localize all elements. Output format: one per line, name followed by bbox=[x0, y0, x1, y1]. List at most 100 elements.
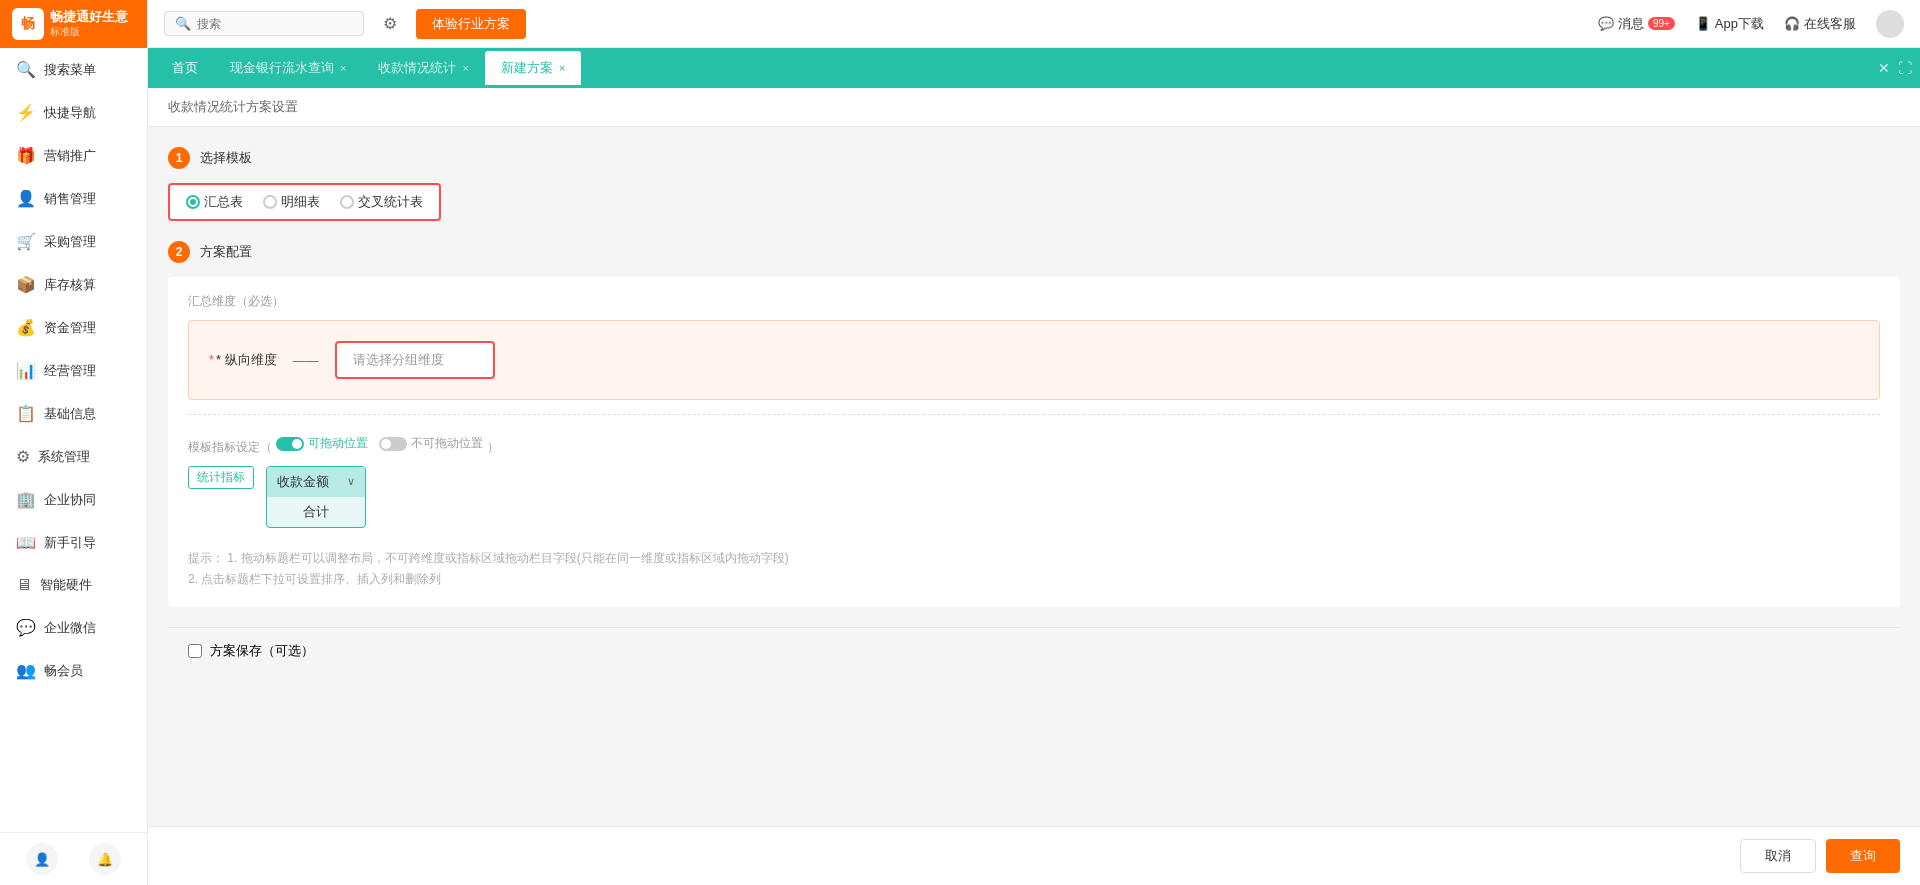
search-input[interactable] bbox=[197, 17, 353, 31]
sidebar-item-marketing[interactable]: 🎁 营销推广 bbox=[0, 134, 147, 177]
dimension-row: ** 纵向维度 —— 请选择分组维度 bbox=[209, 341, 495, 379]
sidebar-item-finance[interactable]: 💰 资金管理 bbox=[0, 306, 147, 349]
sales-icon: 👤 bbox=[16, 189, 36, 208]
save-bar: 方案保存（可选） bbox=[168, 627, 1900, 674]
sidebar-bottom-icon-2[interactable]: 🔔 bbox=[89, 843, 121, 875]
indicator-settings-label: 模板指标设定（ bbox=[188, 440, 272, 454]
download-icon: 📱 bbox=[1695, 16, 1711, 31]
tab-new-plan-close-icon[interactable]: × bbox=[559, 62, 565, 74]
purchase-icon: 🛒 bbox=[16, 232, 36, 251]
sidebar-navigation: 🔍 搜索菜单 ⚡ 快捷导航 🎁 营销推广 👤 销售管理 🛒 采购管理 📦 库存核… bbox=[0, 48, 147, 832]
member-icon: 👥 bbox=[16, 661, 36, 680]
sidebar-item-system[interactable]: ⚙ 系统管理 bbox=[0, 435, 147, 478]
dimension-arrow: —— bbox=[293, 353, 319, 368]
dimension-row-label: ** 纵向维度 bbox=[209, 351, 277, 369]
footer-bar: 取消 查询 bbox=[148, 826, 1920, 885]
sidebar-item-smart-hardware[interactable]: 🖥 智能硬件 bbox=[0, 564, 147, 606]
sidebar-item-operations[interactable]: 📊 经营管理 bbox=[0, 349, 147, 392]
tab-receipt-stats-close-icon[interactable]: × bbox=[462, 62, 468, 74]
logo-text: 畅捷通好生意 标准版 bbox=[50, 9, 128, 39]
breadcrumb: 收款情况统计方案设置 bbox=[148, 88, 1920, 127]
step2-header: 2 方案配置 bbox=[168, 241, 1900, 263]
radio-detail[interactable]: 明细表 bbox=[263, 193, 320, 211]
sidebar-item-quick-nav[interactable]: ⚡ 快捷导航 bbox=[0, 91, 147, 134]
sidebar-item-search-menu[interactable]: 🔍 搜索菜单 bbox=[0, 48, 147, 91]
chevron-down-icon: ∨ bbox=[347, 475, 355, 488]
notification-icon: 💬 bbox=[1598, 16, 1614, 31]
step1-header: 1 选择模板 bbox=[168, 147, 1900, 169]
tab-expand-icon[interactable]: ⛶ bbox=[1898, 60, 1912, 76]
dimension-select[interactable]: 请选择分组维度 bbox=[335, 341, 495, 379]
tab-bank-flow[interactable]: 现金银行流水查询 × bbox=[214, 51, 362, 85]
sidebar-item-newbie[interactable]: 📖 新手引导 bbox=[0, 521, 147, 564]
sidebar-item-enterprise[interactable]: 🏢 企业协同 bbox=[0, 478, 147, 521]
indicator-card-body: 合计 bbox=[267, 497, 365, 527]
tab-home[interactable]: 首页 bbox=[156, 51, 214, 85]
support-item[interactable]: 🎧 在线客服 bbox=[1784, 15, 1856, 33]
indicators-section: 模板指标设定（ 可拖动位置 不可拖动位置 ） bbox=[188, 435, 1880, 528]
enterprise-icon: 🏢 bbox=[16, 490, 36, 509]
sidebar-item-basics[interactable]: 📋 基础信息 bbox=[0, 392, 147, 435]
draggable-indicator: 可拖动位置 bbox=[276, 435, 368, 452]
sidebar-item-purchase[interactable]: 🛒 采购管理 bbox=[0, 220, 147, 263]
settings-gear-icon[interactable]: ⚙ bbox=[376, 10, 404, 38]
step1-section: 1 选择模板 汇总表 明细表 交叉统计表 bbox=[168, 147, 1900, 221]
sidebar-logo: 畅 畅捷通好生意 标准版 bbox=[0, 0, 147, 48]
tab-bank-flow-close-icon[interactable]: × bbox=[340, 62, 346, 74]
tabbar: 首页 现金银行流水查询 × 收款情况统计 × 新建方案 × ✕ ⛶ bbox=[148, 48, 1920, 88]
indicator-card-header[interactable]: 收款金额 ∨ bbox=[267, 467, 365, 497]
tab-new-plan[interactable]: 新建方案 × bbox=[485, 51, 581, 85]
query-button[interactable]: 查询 bbox=[1826, 839, 1900, 873]
radio-summary-circle bbox=[186, 195, 200, 209]
search-icon: 🔍 bbox=[175, 16, 191, 31]
topbar-search-box[interactable]: 🔍 bbox=[164, 11, 364, 36]
support-icon: 🎧 bbox=[1784, 16, 1800, 31]
sidebar-item-member[interactable]: 👥 畅会员 bbox=[0, 649, 147, 692]
indicator-end-paren: ） bbox=[487, 440, 499, 454]
tab-receipt-stats[interactable]: 收款情况统计 × bbox=[362, 51, 484, 85]
newbie-icon: 📖 bbox=[16, 533, 36, 552]
main-content: 🔍 ⚙ 体验行业方案 💬 消息 99+ 📱 App下载 🎧 在线客服 首页 bbox=[148, 0, 1920, 885]
save-bar-label: 方案保存（可选） bbox=[210, 642, 314, 660]
dimension-area: ** 纵向维度 —— 请选择分组维度 bbox=[188, 320, 1880, 400]
inventory-icon: 📦 bbox=[16, 275, 36, 294]
tabbar-right-controls: ✕ ⛶ bbox=[1878, 60, 1912, 76]
sidebar-bottom: 👤 🔔 bbox=[0, 832, 147, 885]
radio-cross-circle bbox=[340, 195, 354, 209]
cancel-button[interactable]: 取消 bbox=[1740, 839, 1816, 873]
required-star: * bbox=[209, 352, 214, 367]
notification-item[interactable]: 💬 消息 99+ bbox=[1598, 15, 1675, 33]
app-download-item[interactable]: 📱 App下载 bbox=[1695, 15, 1764, 33]
sidebar-item-inventory[interactable]: 📦 库存核算 bbox=[0, 263, 147, 306]
finance-icon: 💰 bbox=[16, 318, 36, 337]
quick-nav-icon: ⚡ bbox=[16, 103, 36, 122]
sidebar-bottom-icon-1[interactable]: 👤 bbox=[26, 843, 58, 875]
radio-cross[interactable]: 交叉统计表 bbox=[340, 193, 423, 211]
marketing-icon: 🎁 bbox=[16, 146, 36, 165]
logo-icon: 畅 bbox=[12, 8, 44, 40]
industry-solution-button[interactable]: 体验行业方案 bbox=[416, 9, 526, 39]
page-content: 收款情况统计方案设置 1 选择模板 汇总表 明细表 bbox=[148, 88, 1920, 885]
indicators-label: 模板指标设定（ 可拖动位置 不可拖动位置 ） bbox=[188, 435, 1880, 456]
step2-section: 2 方案配置 汇总维度（必选） ** 纵向维度 —— bbox=[168, 241, 1900, 607]
topbar-right-area: 💬 消息 99+ 📱 App下载 🎧 在线客服 bbox=[1598, 10, 1904, 38]
content-body: 1 选择模板 汇总表 明细表 交叉统计表 bbox=[148, 127, 1920, 826]
template-selection-box: 汇总表 明细表 交叉统计表 bbox=[168, 183, 441, 221]
tab-close-all-icon[interactable]: ✕ bbox=[1878, 60, 1890, 76]
indicator-card-amount[interactable]: 收款金额 ∨ 合计 bbox=[266, 466, 366, 528]
save-checkbox[interactable] bbox=[188, 644, 202, 658]
basics-icon: 📋 bbox=[16, 404, 36, 423]
tips-section: 提示： 1. 拖动标题栏可以调整布局，不可跨维度或指标区域拖动栏目字段(只能在同… bbox=[188, 548, 1880, 591]
search-menu-icon: 🔍 bbox=[16, 60, 36, 79]
user-avatar[interactable] bbox=[1876, 10, 1904, 38]
radio-summary[interactable]: 汇总表 bbox=[186, 193, 243, 211]
radio-detail-circle bbox=[263, 195, 277, 209]
non-draggable-indicator: 不可拖动位置 bbox=[379, 435, 483, 452]
sidebar-item-wechat[interactable]: 💬 企业微信 bbox=[0, 606, 147, 649]
indicator-category-container: 统计指标 bbox=[188, 466, 254, 528]
topbar: 🔍 ⚙ 体验行业方案 💬 消息 99+ 📱 App下载 🎧 在线客服 bbox=[148, 0, 1920, 48]
indicators-container: 统计指标 收款金额 ∨ 合计 bbox=[188, 466, 1880, 528]
sidebar-item-sales[interactable]: 👤 销售管理 bbox=[0, 177, 147, 220]
operations-icon: 📊 bbox=[16, 361, 36, 380]
system-icon: ⚙ bbox=[16, 447, 30, 466]
